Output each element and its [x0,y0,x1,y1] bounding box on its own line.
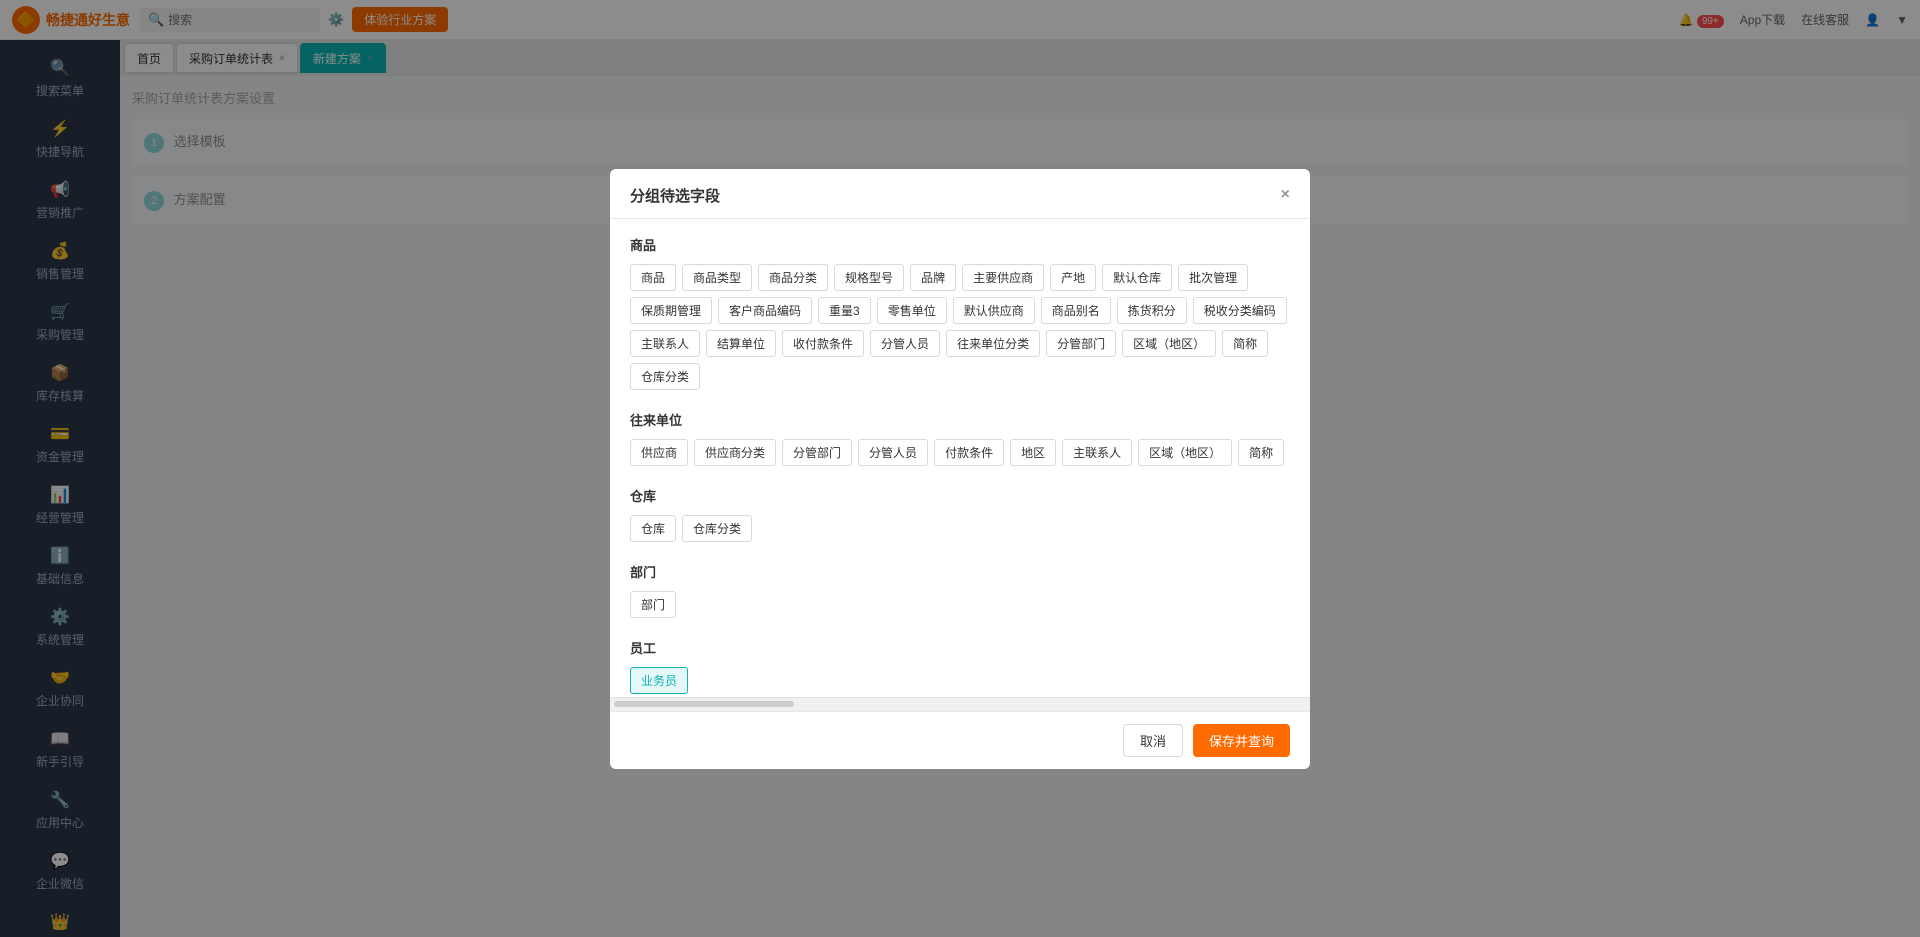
field-tag-3-0[interactable]: 部门 [630,591,676,618]
field-tag-0-2[interactable]: 商品分类 [758,264,828,291]
section-title-4: 员工 [630,638,1290,657]
modal-close-btn[interactable]: × [1281,186,1290,204]
field-tag-0-6[interactable]: 产地 [1050,264,1096,291]
field-tag-1-2[interactable]: 分管部门 [782,439,852,466]
field-tag-0-8[interactable]: 批次管理 [1178,264,1248,291]
field-tag-2-0[interactable]: 仓库 [630,515,676,542]
field-tag-0-11[interactable]: 重量3 [818,297,871,324]
field-tag-0-13[interactable]: 默认供应商 [953,297,1035,324]
field-tag-0-0[interactable]: 商品 [630,264,676,291]
field-tag-1-8[interactable]: 简称 [1238,439,1284,466]
section-title-2: 仓库 [630,486,1290,505]
field-tag-0-4[interactable]: 品牌 [910,264,956,291]
confirm-button[interactable]: 保存并查询 [1193,724,1290,757]
field-tags-4: 业务员 [630,667,1290,694]
field-tags-1: 供应商供应商分类分管部门分管人员付款条件地区主联系人区域（地区）简称 [630,439,1290,466]
field-tag-0-23[interactable]: 区域（地区） [1122,330,1216,357]
field-tag-0-18[interactable]: 结算单位 [706,330,776,357]
modal-body: 商品商品商品类型商品分类规格型号品牌主要供应商产地默认仓库批次管理保质期管理客户… [610,219,1310,697]
field-tag-0-25[interactable]: 仓库分类 [630,363,700,390]
field-tag-1-6[interactable]: 主联系人 [1062,439,1132,466]
field-tag-0-10[interactable]: 客户商品编码 [718,297,812,324]
field-tag-0-15[interactable]: 拣货积分 [1117,297,1187,324]
field-tag-0-20[interactable]: 分管人员 [870,330,940,357]
field-tags-0: 商品商品类型商品分类规格型号品牌主要供应商产地默认仓库批次管理保质期管理客户商品… [630,264,1290,390]
field-tag-4-0[interactable]: 业务员 [630,667,688,694]
field-tag-1-4[interactable]: 付款条件 [934,439,1004,466]
field-tag-0-12[interactable]: 零售单位 [877,297,947,324]
field-section-3: 部门部门 [630,562,1290,618]
field-tag-0-5[interactable]: 主要供应商 [962,264,1044,291]
field-tag-0-7[interactable]: 默认仓库 [1102,264,1172,291]
field-tag-0-17[interactable]: 主联系人 [630,330,700,357]
field-tag-1-1[interactable]: 供应商分类 [694,439,776,466]
field-tag-0-3[interactable]: 规格型号 [834,264,904,291]
field-tag-0-16[interactable]: 税收分类编码 [1193,297,1287,324]
field-section-1: 往来单位供应商供应商分类分管部门分管人员付款条件地区主联系人区域（地区）简称 [630,410,1290,466]
modal-header: 分组待选字段 × [610,169,1310,219]
field-section-0: 商品商品商品类型商品分类规格型号品牌主要供应商产地默认仓库批次管理保质期管理客户… [630,235,1290,390]
modal-overlay: 分组待选字段 × 商品商品商品类型商品分类规格型号品牌主要供应商产地默认仓库批次… [0,0,1920,937]
field-tag-0-9[interactable]: 保质期管理 [630,297,712,324]
field-tag-0-22[interactable]: 分管部门 [1046,330,1116,357]
modal-footer: 取消 保存并查询 [610,711,1310,769]
field-tag-1-5[interactable]: 地区 [1010,439,1056,466]
section-title-1: 往来单位 [630,410,1290,429]
modal-scroll-bottom [610,697,1310,711]
modal: 分组待选字段 × 商品商品商品类型商品分类规格型号品牌主要供应商产地默认仓库批次… [610,169,1310,769]
section-title-0: 商品 [630,235,1290,254]
field-section-2: 仓库仓库仓库分类 [630,486,1290,542]
field-tag-0-1[interactable]: 商品类型 [682,264,752,291]
modal-title: 分组待选字段 [630,185,720,206]
field-tag-0-24[interactable]: 简称 [1222,330,1268,357]
field-tag-1-0[interactable]: 供应商 [630,439,688,466]
field-tag-1-3[interactable]: 分管人员 [858,439,928,466]
field-tag-0-14[interactable]: 商品别名 [1041,297,1111,324]
cancel-button[interactable]: 取消 [1123,724,1183,757]
field-section-4: 员工业务员 [630,638,1290,694]
field-tag-0-21[interactable]: 往来单位分类 [946,330,1040,357]
field-tags-2: 仓库仓库分类 [630,515,1290,542]
section-title-3: 部门 [630,562,1290,581]
field-tags-3: 部门 [630,591,1290,618]
field-tag-1-7[interactable]: 区域（地区） [1138,439,1232,466]
field-tag-0-19[interactable]: 收付款条件 [782,330,864,357]
field-tag-2-1[interactable]: 仓库分类 [682,515,752,542]
